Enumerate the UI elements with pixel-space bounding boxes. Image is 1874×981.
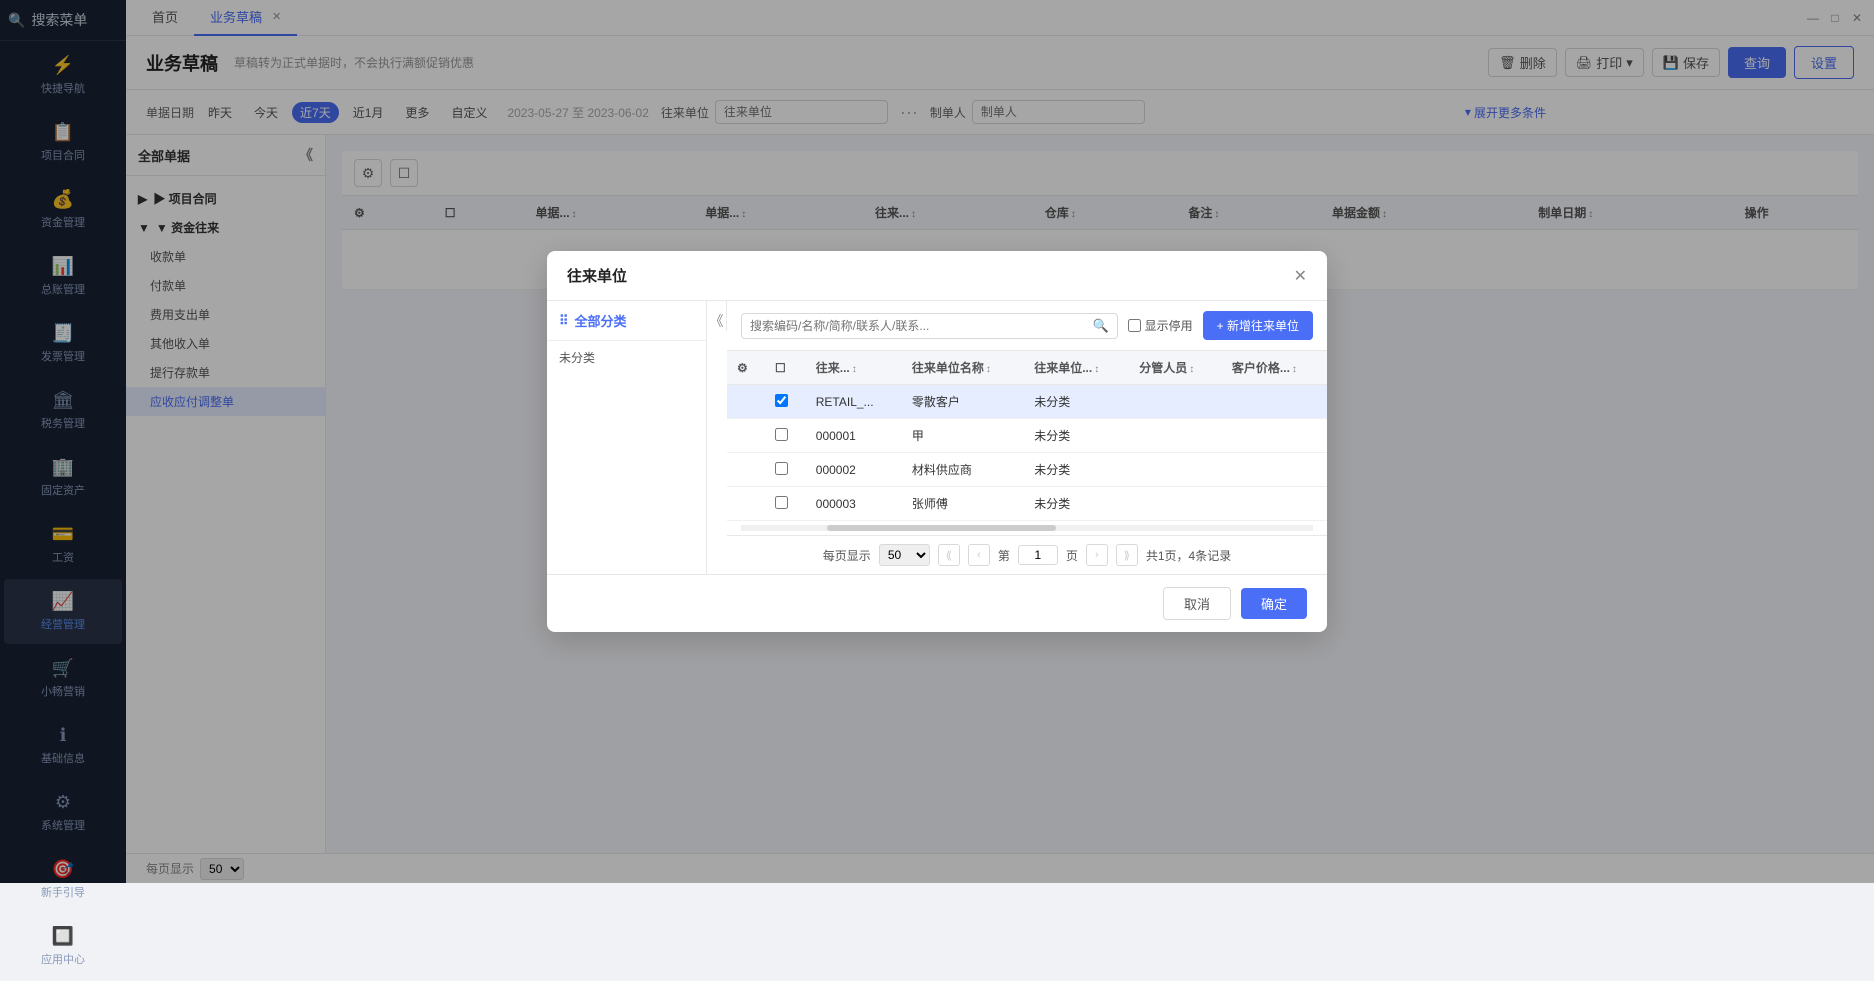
row-name: 甲: [902, 419, 1024, 453]
row-price-level: [1222, 487, 1327, 521]
row-name: 材料供应商: [902, 453, 1024, 487]
total-info: 共1页，4条记录: [1146, 547, 1231, 564]
row-name: 零散客户: [902, 385, 1024, 419]
dialog-search-input[interactable]: [750, 319, 1086, 333]
row-checkbox[interactable]: [765, 419, 806, 453]
row-price-level: [1222, 453, 1327, 487]
dialog-scrollbar-thumb[interactable]: [827, 525, 1056, 531]
dialog-title: 往来单位: [567, 265, 627, 286]
row-settings: [727, 419, 765, 453]
dialog-pagination: 每页显示 50 10 20 100 ⟪ ‹ 第 页 › ⟫ 共1页，4条记录: [727, 535, 1327, 574]
dialog-table-row[interactable]: 000003 张师傅 未分类: [727, 487, 1327, 521]
row-salesperson: [1129, 419, 1222, 453]
dialog-table-row[interactable]: RETAIL_... 零散客户 未分类: [727, 385, 1327, 419]
first-page-btn[interactable]: ⟪: [938, 544, 960, 566]
dialog-close-btn[interactable]: ✕: [1294, 266, 1307, 286]
row-salesperson: [1129, 453, 1222, 487]
page-label-left: 第: [998, 547, 1010, 564]
dialog-left-title: 全部分类: [575, 311, 627, 330]
row-checkbox[interactable]: [765, 487, 806, 521]
dialog-col-name[interactable]: 往来单位名称↕: [902, 351, 1024, 385]
show-disabled-checkbox[interactable]: [1128, 319, 1141, 332]
dialog-right-panel: 🔍 显示停用 + 新增往来单位 ⚙ ☐: [727, 301, 1327, 574]
app-center-icon: 🔲: [52, 926, 74, 947]
search-icon: 🔍: [1092, 318, 1108, 334]
row-code: RETAIL_...: [806, 385, 902, 419]
page-label-right: 页: [1066, 547, 1078, 564]
row-code: 000001: [806, 419, 902, 453]
next-page-btn[interactable]: ›: [1086, 544, 1108, 566]
add-partner-btn[interactable]: + 新增往来单位: [1203, 311, 1313, 340]
dialog-col-code[interactable]: 往来...↕: [806, 351, 902, 385]
row-checkbox[interactable]: [765, 453, 806, 487]
dialog-footer: 取消 确定: [547, 574, 1327, 632]
grid-icon: ⠿: [559, 313, 569, 329]
page-input[interactable]: [1018, 545, 1058, 565]
show-disabled-checkbox-label[interactable]: 显示停用: [1128, 317, 1193, 334]
sidebar-item-app-center[interactable]: 🔲 应用中心: [4, 914, 122, 979]
row-settings: [727, 487, 765, 521]
row-salesperson: [1129, 385, 1222, 419]
dialog-col-settings[interactable]: ⚙: [727, 351, 765, 385]
dialog-toolbar: 🔍 显示停用 + 新增往来单位: [727, 301, 1327, 351]
dialog-search-box: 🔍: [741, 313, 1118, 339]
dialog-col-checkbox[interactable]: ☐: [765, 351, 806, 385]
confirm-button[interactable]: 确定: [1241, 588, 1307, 619]
row-category: 未分类: [1024, 385, 1129, 419]
prev-page-btn[interactable]: ‹: [968, 544, 990, 566]
row-salesperson: [1129, 487, 1222, 521]
sidebar-item-label: 应用中心: [41, 951, 85, 967]
cancel-button[interactable]: 取消: [1163, 587, 1231, 620]
dialog-left-header: ⠿ 全部分类: [547, 301, 706, 341]
per-page-label: 每页显示: [823, 547, 871, 564]
dialog-col-salesperson[interactable]: 分管人员↕: [1129, 351, 1222, 385]
sidebar-item-label: 新手引导: [41, 884, 85, 900]
row-category: 未分类: [1024, 419, 1129, 453]
dialog-table-wrap: ⚙ ☐ 往来...↕ 往来单位名称↕ 往来单位...↕ 分管人员↕ 客户价格..…: [727, 351, 1327, 521]
dialog-table: ⚙ ☐ 往来...↕ 往来单位名称↕ 往来单位...↕ 分管人员↕ 客户价格..…: [727, 351, 1327, 521]
row-price-level: [1222, 385, 1327, 419]
row-price-level: [1222, 419, 1327, 453]
last-page-btn[interactable]: ⟫: [1116, 544, 1138, 566]
partner-dialog: 往来单位 ✕ ⠿ 全部分类 未分类 《: [547, 251, 1327, 632]
row-code: 000002: [806, 453, 902, 487]
row-settings: [727, 385, 765, 419]
dialog-left-panel: ⠿ 全部分类 未分类: [547, 301, 707, 574]
row-name: 张师傅: [902, 487, 1024, 521]
dialog-body: ⠿ 全部分类 未分类 《 🔍: [547, 301, 1327, 574]
dialog-col-category[interactable]: 往来单位...↕: [1024, 351, 1129, 385]
row-settings: [727, 453, 765, 487]
dialog-category-uncategorized[interactable]: 未分类: [547, 341, 706, 374]
row-code: 000003: [806, 487, 902, 521]
dialog-scrollbar[interactable]: [741, 525, 1313, 531]
dialog-table-row[interactable]: 000001 甲 未分类: [727, 419, 1327, 453]
row-category: 未分类: [1024, 487, 1129, 521]
row-checkbox[interactable]: [765, 385, 806, 419]
dialog-header: 往来单位 ✕: [547, 251, 1327, 301]
per-page-select[interactable]: 50 10 20 100: [879, 544, 930, 566]
dialog-left-toggle-btn[interactable]: 《: [707, 301, 727, 331]
dialog-overlay: 往来单位 ✕ ⠿ 全部分类 未分类 《: [0, 0, 1874, 883]
row-category: 未分类: [1024, 453, 1129, 487]
dialog-col-price-level[interactable]: 客户价格...↕: [1222, 351, 1327, 385]
dialog-table-row[interactable]: 000002 材料供应商 未分类: [727, 453, 1327, 487]
